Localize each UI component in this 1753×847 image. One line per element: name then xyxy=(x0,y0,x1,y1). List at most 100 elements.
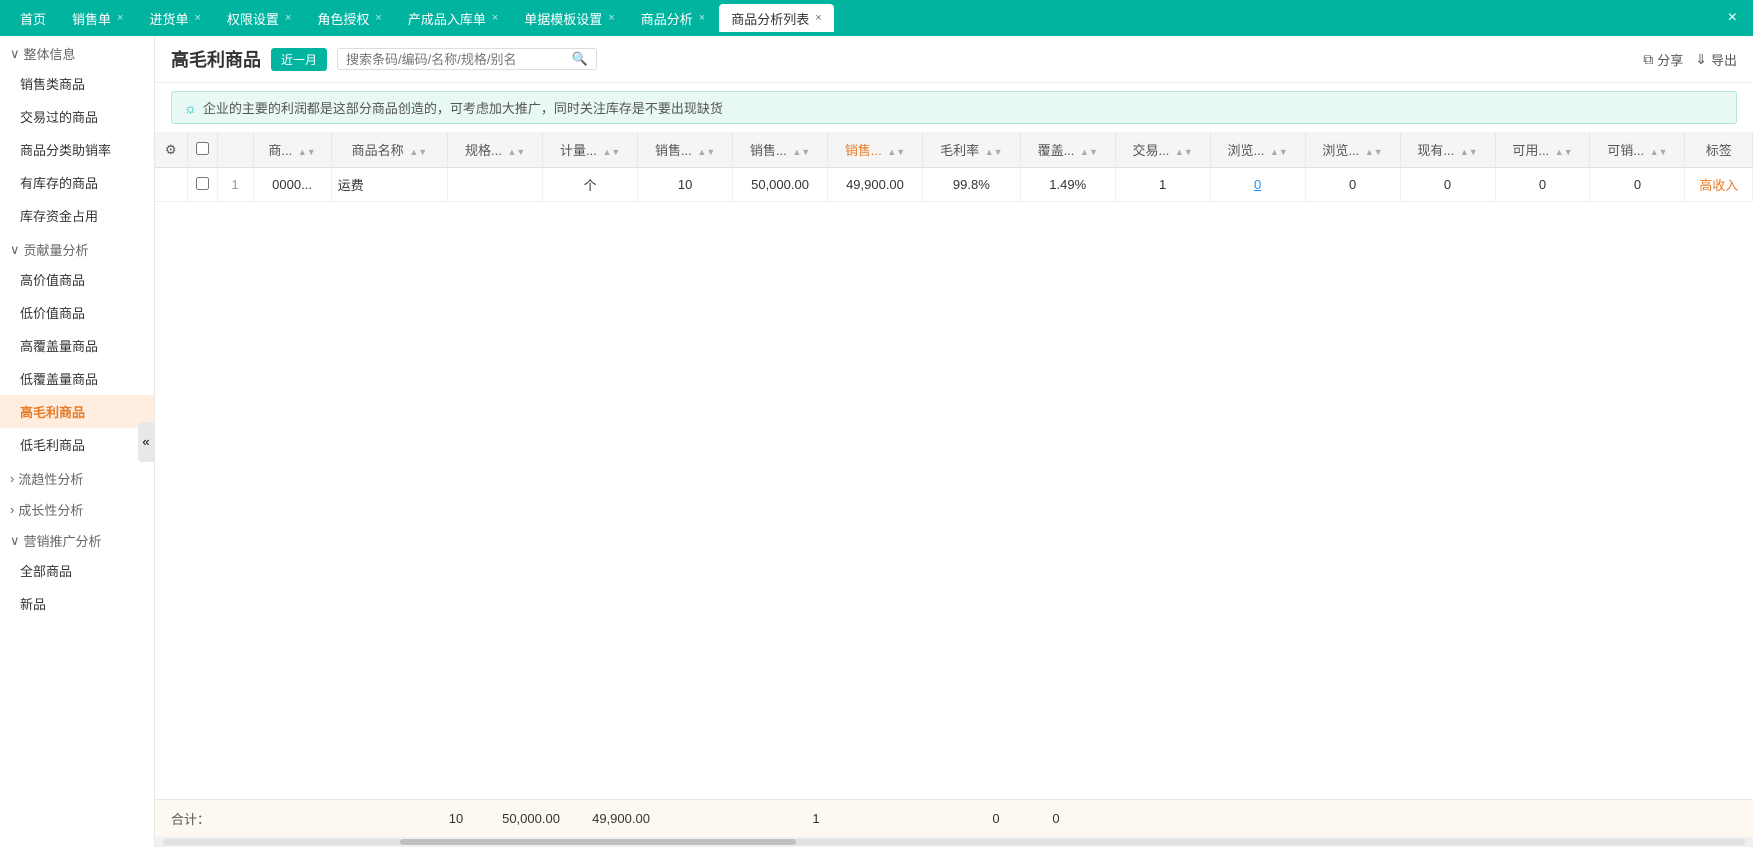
page-title: 高毛利商品 xyxy=(171,46,261,72)
nav-tab-sales[interactable]: 销售单 × xyxy=(60,4,135,32)
row-browse1[interactable]: 0 xyxy=(1210,168,1305,202)
col-sales-amount[interactable]: 销售... ▲▼ xyxy=(733,132,828,168)
row-gross-rate: 99.8% xyxy=(922,168,1020,202)
nav-tab-close-permissions[interactable]: × xyxy=(285,12,291,24)
col-code[interactable]: 商... ▲▼ xyxy=(253,132,331,168)
sidebar-item-high-margin[interactable]: 高毛利商品 xyxy=(0,395,154,428)
nav-tab-close-analysis[interactable]: × xyxy=(699,12,705,24)
nav-tab-close-product-entry[interactable]: × xyxy=(492,12,498,24)
nav-tab-close-purchase[interactable]: × xyxy=(194,12,200,24)
scroll-track xyxy=(163,839,1745,845)
summary-available: 0 xyxy=(1026,811,1086,826)
row-available: 0 xyxy=(1495,168,1590,202)
col-current-stock[interactable]: 现有... ▲▼ xyxy=(1400,132,1495,168)
sidebar-item-high-coverage[interactable]: 高覆盖量商品 xyxy=(0,329,154,362)
row-sales-qty: 10 xyxy=(638,168,733,202)
col-gross-rate[interactable]: 毛利率 ▲▼ xyxy=(922,132,1020,168)
filter-recent-month-button[interactable]: 近一月 xyxy=(271,48,327,71)
search-icon[interactable]: 🔍 xyxy=(572,51,588,67)
col-coverage[interactable]: 覆盖... ▲▼ xyxy=(1020,132,1115,168)
content-area: 高毛利商品 近一月 🔍 ⧉ 分享 ⇓ 导出 ☼ 企业的主要的利润都是这部分商品创… xyxy=(155,36,1753,847)
sidebar-item-category-rate[interactable]: 商品分类助销率 xyxy=(0,133,154,166)
nav-tab-analysis-list[interactable]: 商品分析列表 × xyxy=(719,4,833,32)
row-unit: 个 xyxy=(543,168,638,202)
row-sales-profit: 49,900.00 xyxy=(828,168,923,202)
nav-tab-template[interactable]: 单据模板设置 × xyxy=(512,4,626,32)
col-browse2[interactable]: 浏览... ▲▼ xyxy=(1305,132,1400,168)
nav-tab-close-role[interactable]: × xyxy=(375,12,381,24)
sidebar-item-in-stock[interactable]: 有库存的商品 xyxy=(0,166,154,199)
nav-tab-close-analysis-list[interactable]: × xyxy=(815,12,821,24)
export-icon: ⇓ xyxy=(1695,51,1707,68)
sidebar-item-low-value[interactable]: 低价值商品 xyxy=(0,296,154,329)
row-tag: 高收入 xyxy=(1685,168,1753,202)
nav-tab-analysis[interactable]: 商品分析 × xyxy=(629,4,717,32)
row-checkbox[interactable] xyxy=(187,168,217,202)
sidebar-group-contribution[interactable]: ∨ 贡献量分析 xyxy=(0,232,154,263)
sidebar-item-low-margin[interactable]: 低毛利商品 xyxy=(0,428,154,461)
sidebar-group-growth[interactable]: › 成长性分析 xyxy=(0,492,154,523)
sidebar-item-new-goods[interactable]: 新品 xyxy=(0,587,154,620)
col-saleable[interactable]: 可销... ▲▼ xyxy=(1590,132,1685,168)
bottom-scrollbar[interactable] xyxy=(155,837,1753,847)
nav-tab-close-template[interactable]: × xyxy=(608,12,614,24)
top-nav: 首页 销售单 × 进货单 × 权限设置 × 角色授权 × 产成品入库单 × 单据… xyxy=(0,0,1753,36)
tip-icon: ☼ xyxy=(184,100,197,116)
select-all-checkbox[interactable] xyxy=(196,142,209,155)
nav-close-all-button[interactable]: × xyxy=(1720,9,1745,27)
sidebar-item-low-coverage[interactable]: 低覆盖量商品 xyxy=(0,362,154,395)
sidebar-group-trend[interactable]: › 流趋性分析 xyxy=(0,461,154,492)
summary-sales-qty: 10 xyxy=(426,811,486,826)
row-select-checkbox[interactable] xyxy=(196,177,209,190)
scroll-thumb[interactable] xyxy=(400,839,796,845)
sidebar-item-all-goods[interactable]: 全部商品 xyxy=(0,554,154,587)
col-available[interactable]: 可用... ▲▼ xyxy=(1495,132,1590,168)
nav-home[interactable]: 首页 xyxy=(8,9,58,28)
sidebar-item-sales-goods[interactable]: 销售类商品 xyxy=(0,67,154,100)
col-sales-qty[interactable]: 销售... ▲▼ xyxy=(638,132,733,168)
summary-bar: 合计： 10 50,000.00 49,900.00 1 0 0 xyxy=(155,799,1753,837)
nav-tab-product-entry[interactable]: 产成品入库单 × xyxy=(396,4,510,32)
sidebar-item-stock-capital[interactable]: 库存资金占用 xyxy=(0,199,154,232)
nav-tab-permissions[interactable]: 权限设置 × xyxy=(215,4,303,32)
row-settings xyxy=(155,168,187,202)
col-num xyxy=(217,132,253,168)
sidebar: « ∨ 整体信息 销售类商品 交易过的商品 商品分类助销率 有库存的商品 库存资… xyxy=(0,36,155,847)
sidebar-collapse-button[interactable]: « xyxy=(138,422,154,462)
summary-label: 合计： xyxy=(171,809,210,828)
col-trade[interactable]: 交易... ▲▼ xyxy=(1115,132,1210,168)
col-name[interactable]: 商品名称 ▲▼ xyxy=(331,132,448,168)
col-spec[interactable]: 规格... ▲▼ xyxy=(448,132,543,168)
row-num: 1 xyxy=(217,168,253,202)
nav-tab-close-sales[interactable]: × xyxy=(117,12,123,24)
col-browse1[interactable]: 浏览... ▲▼ xyxy=(1210,132,1305,168)
row-name: 运费 xyxy=(331,168,448,202)
summary-current-stock: 0 xyxy=(966,811,1026,826)
summary-sales-amount: 50,000.00 xyxy=(486,811,576,826)
nav-tab-role[interactable]: 角色授权 × xyxy=(305,4,393,32)
nav-tab-purchase[interactable]: 进货单 × xyxy=(137,4,212,32)
sidebar-item-traded-goods[interactable]: 交易过的商品 xyxy=(0,100,154,133)
row-code: 0000... xyxy=(253,168,331,202)
export-button[interactable]: ⇓ 导出 xyxy=(1695,50,1737,69)
table-header-row: ⚙ 商... ▲▼ 商品名称 ▲▼ xyxy=(155,132,1753,168)
sidebar-group-marketing[interactable]: ∨ 营销推广分析 xyxy=(0,523,154,554)
share-icon: ⧉ xyxy=(1643,51,1653,68)
col-settings[interactable]: ⚙ xyxy=(155,132,187,168)
share-button[interactable]: ⧉ 分享 xyxy=(1643,50,1683,69)
content-header: 高毛利商品 近一月 🔍 ⧉ 分享 ⇓ 导出 xyxy=(155,36,1753,83)
search-box: 🔍 xyxy=(337,48,597,70)
tip-text: 企业的主要的利润都是这部分商品创造的，可考虑加大推广，同时关注库存是不要出现缺货 xyxy=(203,98,723,117)
table-row: 1 0000... 运费 个 10 50,000.00 49,900.00 99… xyxy=(155,168,1753,202)
tip-bar: ☼ 企业的主要的利润都是这部分商品创造的，可考虑加大推广，同时关注库存是不要出现… xyxy=(171,91,1737,124)
row-browse2: 0 xyxy=(1305,168,1400,202)
data-table: ⚙ 商... ▲▼ 商品名称 ▲▼ xyxy=(155,132,1753,202)
header-actions: ⧉ 分享 ⇓ 导出 xyxy=(1643,50,1737,69)
sidebar-group-overall[interactable]: ∨ 整体信息 xyxy=(0,36,154,67)
row-spec xyxy=(448,168,543,202)
summary-sales-profit: 49,900.00 xyxy=(576,811,666,826)
col-unit[interactable]: 计量... ▲▼ xyxy=(543,132,638,168)
sidebar-item-high-value[interactable]: 高价值商品 xyxy=(0,263,154,296)
search-input[interactable] xyxy=(346,52,568,67)
col-sales-profit[interactable]: 销售... ▲▼ xyxy=(828,132,923,168)
